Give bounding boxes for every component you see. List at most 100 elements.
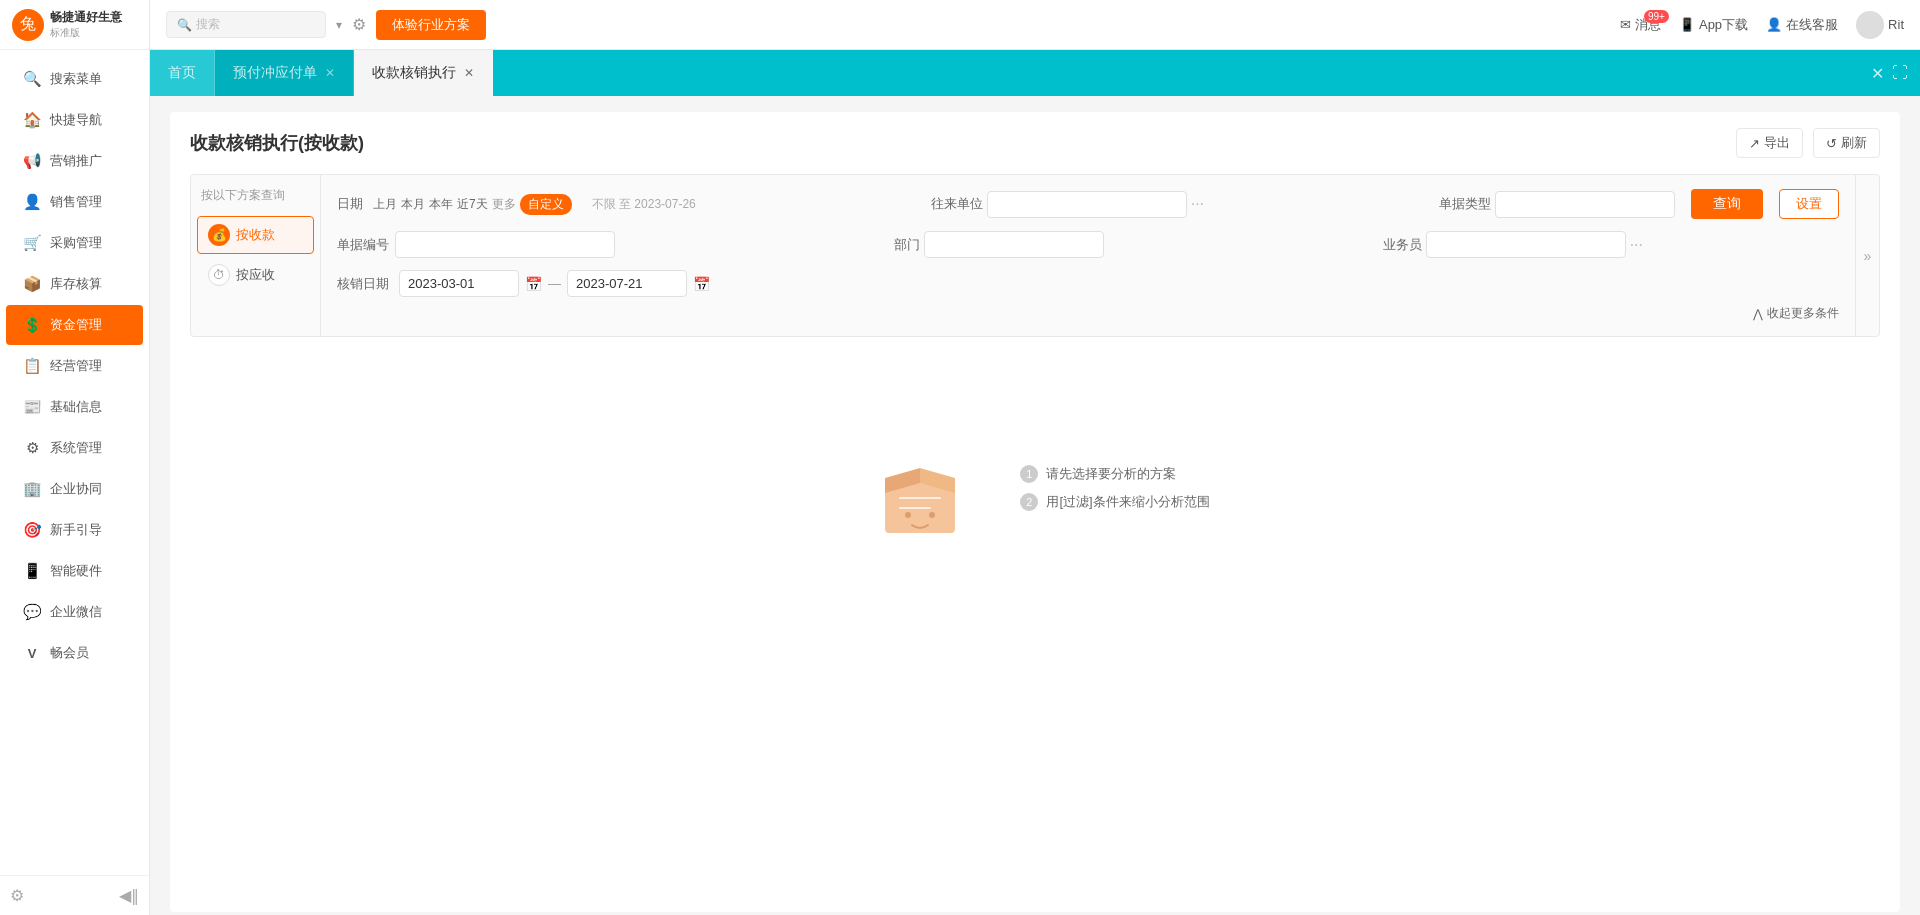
- verify-date-start-input[interactable]: [399, 270, 519, 297]
- app-edition: 标准版: [50, 26, 122, 39]
- export-button[interactable]: ↗ 导出: [1736, 128, 1803, 158]
- staff-label: 业务员: [1383, 236, 1422, 254]
- calendar-end-icon[interactable]: 📅: [693, 276, 710, 292]
- filter-main: 日期 上月 本月 本年 近7天 更多 自定义 不限 至 2023-07-26: [321, 175, 1855, 336]
- voucher-no-label: 单据编号: [337, 236, 391, 254]
- header-left: 🔍 搜索 ▾ ⚙ 体验行业方案: [166, 10, 486, 40]
- hint-text-2: 用[过滤]条件来缩小分析范围: [1046, 493, 1209, 511]
- date-more[interactable]: 更多: [492, 196, 516, 213]
- industry-solution-button[interactable]: 体验行业方案: [376, 10, 486, 40]
- sidebar-item-inventory[interactable]: 📦 库存核算: [6, 264, 143, 304]
- sidebar-item-base-info[interactable]: 📰 基础信息: [6, 387, 143, 427]
- filter-toggle-icon[interactable]: »: [1855, 175, 1879, 336]
- filter-row-1: 日期 上月 本月 本年 近7天 更多 自定义 不限 至 2023-07-26: [337, 189, 1839, 219]
- staff-input[interactable]: [1426, 231, 1626, 258]
- collapse-button[interactable]: ⋀ 收起更多条件: [1753, 305, 1839, 322]
- sales-icon: 👤: [22, 192, 42, 212]
- search-placeholder-icon: 🔍: [177, 18, 192, 32]
- date-this-month[interactable]: 本月: [401, 196, 425, 213]
- sidebar-item-member[interactable]: V 畅会员: [6, 633, 143, 673]
- page-actions: ↗ 导出 ↺ 刷新: [1736, 128, 1880, 158]
- message-action[interactable]: ✉ 消息 99+: [1620, 16, 1661, 34]
- sidebar-item-wechat[interactable]: 💬 企业微信: [6, 592, 143, 632]
- logo-icon: 兔: [12, 9, 44, 41]
- empty-illustration-svg: [860, 433, 980, 543]
- empty-hint-2: 2 用[过滤]条件来缩小分析范围: [1020, 493, 1209, 511]
- tab-collection[interactable]: 收款核销执行 ✕: [354, 50, 493, 96]
- counterparty-input[interactable]: [987, 191, 1187, 218]
- dept-select[interactable]: [924, 231, 1104, 258]
- sidebar-item-search-menu[interactable]: 🔍 搜索菜单: [6, 59, 143, 99]
- hint-number-1: 1: [1020, 465, 1038, 483]
- sidebar-item-finance[interactable]: 💲 资金管理: [6, 305, 143, 345]
- app-name: 畅捷通好生意: [50, 10, 122, 26]
- member-icon: V: [22, 643, 42, 663]
- collapse-area: ⋀ 收起更多条件: [337, 305, 1839, 322]
- calendar-start-icon[interactable]: 📅: [525, 276, 542, 292]
- sidebar-item-enterprise[interactable]: 🏢 企业协同: [6, 469, 143, 509]
- base-info-icon: 📰: [22, 397, 42, 417]
- app-download-action[interactable]: 📱 App下载: [1679, 16, 1748, 34]
- date-this-year[interactable]: 本年: [429, 196, 453, 213]
- voucher-no-input[interactable]: [395, 231, 615, 258]
- wechat-icon: 💬: [22, 602, 42, 622]
- sidebar-item-operation[interactable]: 📋 经营管理: [6, 346, 143, 386]
- sidebar-item-marketing[interactable]: 📢 营销推广: [6, 141, 143, 181]
- header-right: ✉ 消息 99+ 📱 App下载 👤 在线客服 Rit: [1620, 11, 1904, 39]
- settings-button[interactable]: 设置: [1779, 189, 1839, 219]
- filter-sidebar: 按以下方案查询 💰 按收款 ⏱ 按应收: [191, 175, 321, 336]
- settings-icon[interactable]: ⚙: [10, 886, 24, 905]
- main-container: 🔍 搜索 ▾ ⚙ 体验行业方案 ✉ 消息 99+ 📱 App下载 👤 在线客服: [150, 0, 1920, 915]
- counterparty-field: 往来单位 ···: [931, 191, 1204, 218]
- header-gear-icon[interactable]: ⚙: [352, 15, 366, 34]
- sidebar-item-sales[interactable]: 👤 销售管理: [6, 182, 143, 222]
- date-7days[interactable]: 近7天: [457, 196, 488, 213]
- system-icon: ⚙: [22, 438, 42, 458]
- voucher-no-field: 单据编号: [337, 231, 615, 258]
- staff-field: 业务员 ···: [1383, 231, 1643, 258]
- dropdown-icon[interactable]: ▾: [336, 18, 342, 32]
- sidebar-item-guide[interactable]: 🎯 新手引导: [6, 510, 143, 550]
- close-window-icon[interactable]: ✕: [1871, 64, 1884, 83]
- refresh-button[interactable]: ↺ 刷新: [1813, 128, 1880, 158]
- online-service-action[interactable]: 👤 在线客服: [1766, 16, 1838, 34]
- date-prev-month[interactable]: 上月: [373, 196, 397, 213]
- date-custom[interactable]: 自定义: [520, 194, 572, 215]
- counterparty-more-icon[interactable]: ···: [1191, 195, 1204, 213]
- filter-item-by-receivable[interactable]: ⏱ 按应收: [197, 256, 314, 294]
- query-button[interactable]: 查询: [1691, 189, 1763, 219]
- collapse-chevron-icon: ⋀: [1753, 307, 1763, 321]
- empty-hints: 1 请先选择要分析的方案 2 用[过滤]条件来缩小分析范围: [1020, 465, 1209, 511]
- header-search-bar[interactable]: 🔍 搜索: [166, 11, 326, 38]
- receivable-icon: ⏱: [208, 264, 230, 286]
- sidebar-item-quick-nav[interactable]: 🏠 快捷导航: [6, 100, 143, 140]
- collapse-sidebar-icon[interactable]: ◀‖: [119, 886, 139, 905]
- voucher-type-field: 单据类型: [1439, 191, 1675, 218]
- tab-collection-close-icon[interactable]: ✕: [464, 66, 474, 80]
- tab-prepay[interactable]: 预付冲应付单 ✕: [215, 50, 354, 96]
- verify-date-end-input[interactable]: [567, 270, 687, 297]
- user-profile[interactable]: Rit: [1856, 11, 1904, 39]
- tab-home[interactable]: 首页: [150, 50, 215, 96]
- sidebar-item-system[interactable]: ⚙ 系统管理: [6, 428, 143, 468]
- maximize-icon[interactable]: ⛶: [1892, 64, 1908, 82]
- filter-item-by-receipt[interactable]: 💰 按收款: [197, 216, 314, 254]
- service-icon: 👤: [1766, 17, 1782, 32]
- empty-hint-1: 1 请先选择要分析的方案: [1020, 465, 1209, 483]
- hint-number-2: 2: [1020, 493, 1038, 511]
- counterparty-label: 往来单位: [931, 195, 983, 213]
- staff-more-icon[interactable]: ···: [1630, 236, 1643, 254]
- dept-label: 部门: [894, 236, 920, 254]
- date-label: 日期: [337, 195, 365, 213]
- svg-point-6: [929, 512, 935, 518]
- page-title: 收款核销执行(按收款): [190, 131, 364, 155]
- dept-field: 部门: [894, 231, 1104, 258]
- sidebar-bottom: ⚙ ◀‖: [0, 875, 149, 915]
- sidebar-item-hardware[interactable]: 📱 智能硬件: [6, 551, 143, 591]
- refresh-icon: ↺: [1826, 136, 1837, 151]
- avatar: [1856, 11, 1884, 39]
- tab-prepay-close-icon[interactable]: ✕: [325, 66, 335, 80]
- voucher-type-select[interactable]: [1495, 191, 1675, 218]
- sidebar-item-purchase[interactable]: 🛒 采购管理: [6, 223, 143, 263]
- tab-collection-label: 收款核销执行: [372, 64, 456, 82]
